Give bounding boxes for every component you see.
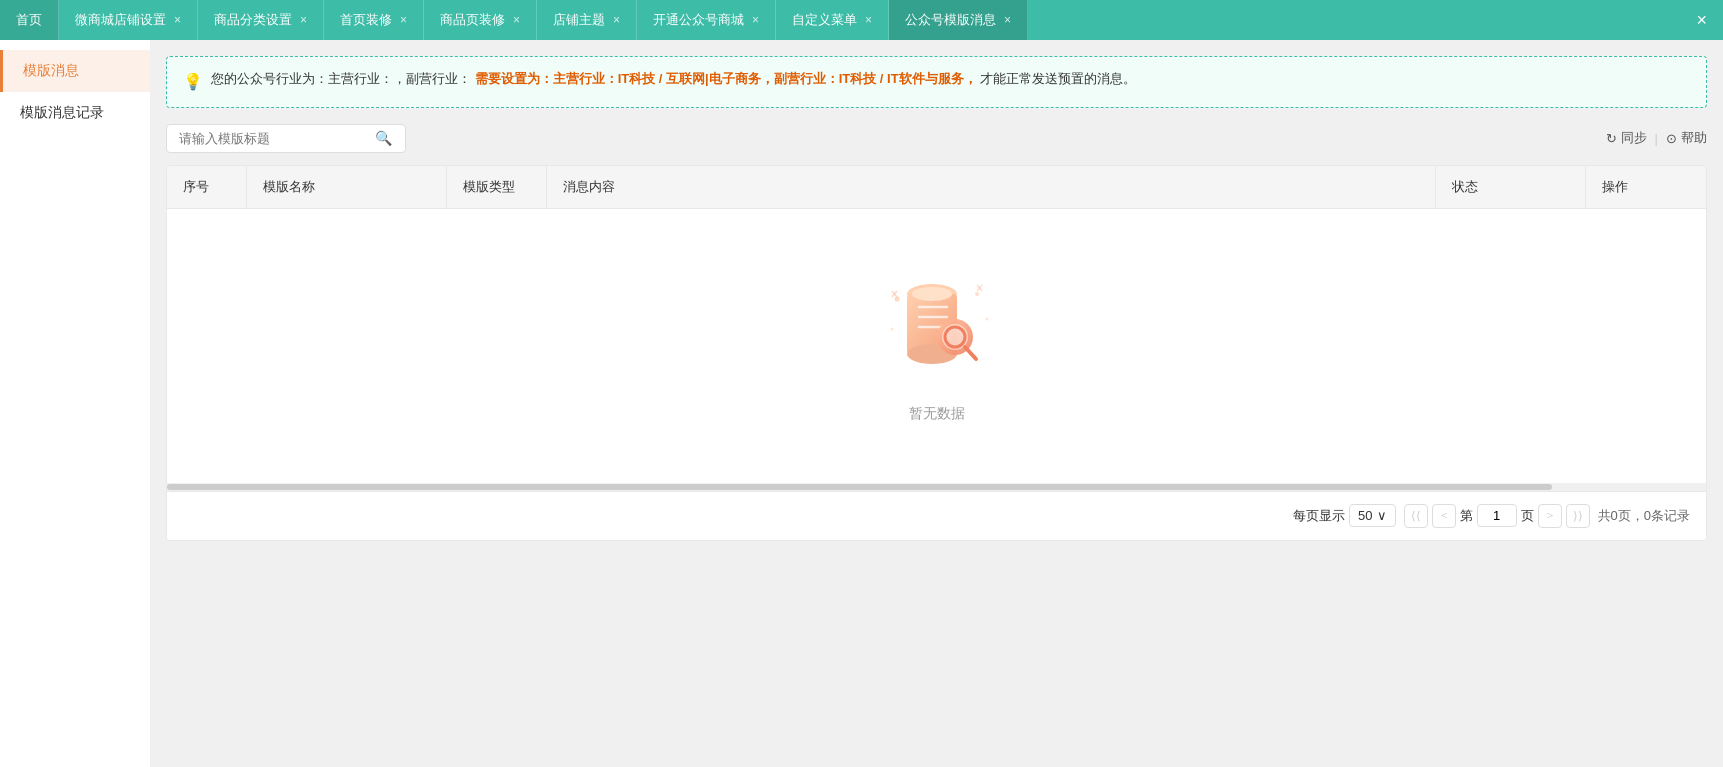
empty-state: 暂无数据 <box>167 209 1706 483</box>
tab-theme[interactable]: 店铺主题 × <box>537 0 637 40</box>
total-info: 共0页，0条记录 <box>1598 507 1690 525</box>
tab-menu-label: 自定义菜单 <box>792 11 857 29</box>
search-button[interactable]: 🔍 <box>375 130 392 146</box>
tab-product-decor-label: 商品页装修 <box>440 11 505 29</box>
tab-menu-close[interactable]: × <box>865 13 872 27</box>
window-close-button[interactable]: × <box>1680 10 1723 31</box>
table-header: 序号 模版名称 模版类型 消息内容 状态 操作 <box>167 166 1706 209</box>
tab-shop-settings[interactable]: 微商城店铺设置 × <box>59 0 198 40</box>
scrollbar-thumb[interactable] <box>167 484 1552 490</box>
col-name: 模版名称 <box>247 166 447 208</box>
tab-template-msg-label: 公众号模版消息 <box>905 11 996 29</box>
notice-icon: 💡 <box>183 69 203 95</box>
tab-category-label: 商品分类设置 <box>214 11 292 29</box>
tab-bar: 首页 微商城店铺设置 × 商品分类设置 × 首页装修 × 商品页装修 × 店铺主… <box>0 0 1723 40</box>
tab-menu[interactable]: 自定义菜单 × <box>776 0 889 40</box>
page-unit-label: 页 <box>1521 507 1534 525</box>
help-icon: ⊙ <box>1666 131 1677 146</box>
page-size-select: 每页显示 50 ∨ <box>1293 504 1395 527</box>
search-input[interactable] <box>175 125 375 152</box>
sidebar-item-template-msg-record-label: 模版消息记录 <box>20 104 104 120</box>
tab-home-decor-label: 首页装修 <box>340 11 392 29</box>
page-input-area: 第 页 <box>1460 504 1534 527</box>
page-size-label: 每页显示 <box>1293 507 1345 525</box>
horizontal-scrollbar[interactable] <box>167 483 1706 491</box>
tab-category[interactable]: 商品分类设置 × <box>198 0 324 40</box>
tab-template-msg-close[interactable]: × <box>1004 13 1011 27</box>
sidebar-item-template-msg[interactable]: 模版消息 <box>0 50 150 92</box>
empty-illustration <box>877 269 997 389</box>
search-actions: ↻ 同步 | ⊙ 帮助 <box>1606 129 1707 147</box>
sidebar-item-template-msg-label: 模版消息 <box>23 62 79 78</box>
notice-prefix: 您的公众号行业为：主营行业：，副营行业： <box>211 71 471 86</box>
tab-home-decor[interactable]: 首页装修 × <box>324 0 424 40</box>
sidebar-item-template-msg-record[interactable]: 模版消息记录 <box>0 92 150 134</box>
svg-line-10 <box>965 347 976 359</box>
prev-page-button[interactable]: ＜ <box>1432 504 1456 528</box>
col-content: 消息内容 <box>547 166 1436 208</box>
notice-box: 💡 您的公众号行业为：主营行业：，副营行业： 需要设置为：主营行业：IT科技 /… <box>166 56 1707 108</box>
search-input-wrap: 🔍 <box>166 124 406 153</box>
tab-home-label: 首页 <box>16 11 42 29</box>
last-page-button[interactable]: ⟩⟩ <box>1566 504 1590 528</box>
svg-point-14 <box>890 327 893 330</box>
page-prefix-label: 第 <box>1460 507 1473 525</box>
tab-theme-close[interactable]: × <box>613 13 620 27</box>
sidebar: 模版消息 模版消息记录 <box>0 40 150 767</box>
svg-point-13 <box>985 317 988 320</box>
main-layout: 模版消息 模版消息记录 💡 您的公众号行业为：主营行业：，副营行业： 需要设置为… <box>0 40 1723 767</box>
chevron-down-icon: ∨ <box>1377 508 1387 523</box>
tab-template-msg[interactable]: 公众号模版消息 × <box>889 0 1028 40</box>
tab-shop-settings-label: 微商城店铺设置 <box>75 11 166 29</box>
help-label: 帮助 <box>1681 129 1707 147</box>
page-size-value: 50 <box>1358 508 1372 523</box>
svg-point-12 <box>975 292 979 296</box>
page-size-dropdown[interactable]: 50 ∨ <box>1349 504 1395 527</box>
tab-home-decor-close[interactable]: × <box>400 13 407 27</box>
notice-highlight: 需要设置为：主营行业：IT科技 / 互联网|电子商务，副营行业：IT科技 / I… <box>475 71 977 86</box>
sync-label: 同步 <box>1621 129 1647 147</box>
col-index: 序号 <box>167 166 247 208</box>
tab-mall[interactable]: 开通公众号商城 × <box>637 0 776 40</box>
help-button[interactable]: ⊙ 帮助 <box>1666 129 1707 147</box>
action-divider: | <box>1655 131 1658 146</box>
svg-point-11 <box>894 296 899 301</box>
first-page-button[interactable]: ⟨⟨ <box>1404 504 1428 528</box>
tab-theme-label: 店铺主题 <box>553 11 605 29</box>
content-area: 💡 您的公众号行业为：主营行业：，副营行业： 需要设置为：主营行业：IT科技 /… <box>150 40 1723 767</box>
pagination: 每页显示 50 ∨ ⟨⟨ ＜ 第 页 ＞ ⟩⟩ <box>167 491 1706 540</box>
tab-home[interactable]: 首页 <box>0 0 59 40</box>
search-bar: 🔍 ↻ 同步 | ⊙ 帮助 <box>166 124 1707 153</box>
notice-suffix: 才能正常发送预置的消息。 <box>980 71 1136 86</box>
tab-mall-label: 开通公众号商城 <box>653 11 744 29</box>
tab-shop-settings-close[interactable]: × <box>174 13 181 27</box>
sync-icon: ↻ <box>1606 131 1617 146</box>
col-type: 模版类型 <box>447 166 547 208</box>
tab-mall-close[interactable]: × <box>752 13 759 27</box>
col-action: 操作 <box>1586 166 1706 208</box>
empty-text: 暂无数据 <box>909 405 965 423</box>
notice-text: 您的公众号行业为：主营行业：，副营行业： 需要设置为：主营行业：IT科技 / 互… <box>211 69 1136 90</box>
table-wrap: 序号 模版名称 模版类型 消息内容 状态 操作 <box>166 165 1707 541</box>
tab-product-decor[interactable]: 商品页装修 × <box>424 0 537 40</box>
page-number-input[interactable] <box>1477 504 1517 527</box>
tab-category-close[interactable]: × <box>300 13 307 27</box>
next-page-button[interactable]: ＞ <box>1538 504 1562 528</box>
tab-product-decor-close[interactable]: × <box>513 13 520 27</box>
page-nav: ⟨⟨ ＜ 第 页 ＞ ⟩⟩ <box>1404 504 1590 528</box>
sync-button[interactable]: ↻ 同步 <box>1606 129 1647 147</box>
svg-point-3 <box>912 287 952 301</box>
col-status: 状态 <box>1436 166 1586 208</box>
